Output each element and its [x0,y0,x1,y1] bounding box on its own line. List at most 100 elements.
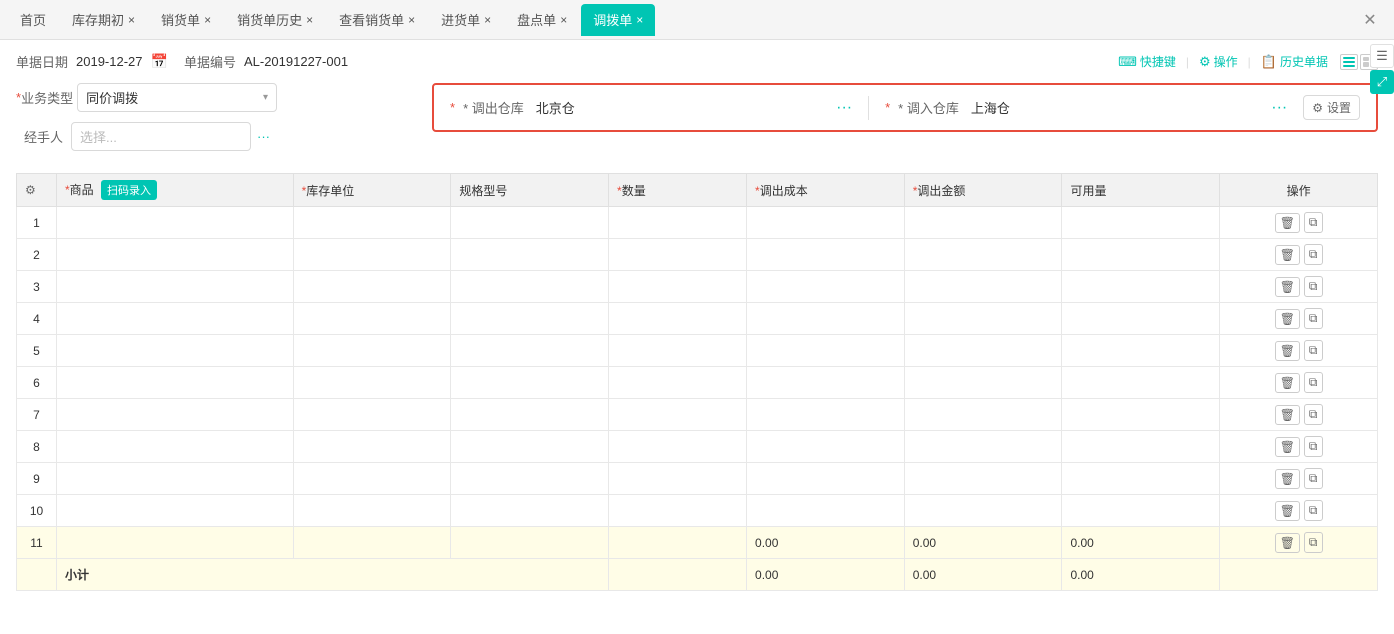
shortcut-action[interactable]: ⌨ 快捷键 [1118,53,1176,70]
delete-row-button[interactable]: 🗑 [1275,245,1300,265]
copy-row-button[interactable]: ⧉ [1304,500,1323,521]
th-action: 操作 [1220,174,1378,207]
tab-inventory-init[interactable]: 库存期初 × [60,4,147,36]
cell-product[interactable] [57,303,294,335]
table-row: 2🗑⧉ [17,239,1378,271]
settings-button[interactable]: ⚙ 设置 [1303,95,1360,120]
shortcut-label: 快捷键 [1140,53,1176,70]
tab-sales-history[interactable]: 销货单历史 × [225,4,325,36]
cell-avail [1062,431,1220,463]
person-select[interactable]: 选择... [71,122,251,151]
row-11-num: 11 [17,527,57,559]
business-type-value: 同价调拨 [86,88,138,107]
cell-spec [451,271,609,303]
layout-list-btn[interactable] [1340,54,1358,70]
cell-spec [451,335,609,367]
calendar-icon[interactable]: 📅 [151,53,168,70]
cell-avail [1062,399,1220,431]
cell-action: 🗑⧉ [1220,495,1378,527]
row-num: 9 [17,463,57,495]
cell-amount [904,303,1062,335]
delete-row-button[interactable]: 🗑 [1275,533,1300,553]
warehouse-divider [868,96,869,120]
sidebar-list-icon[interactable]: ☰ [1370,44,1394,68]
transfer-out-more-icon[interactable]: ··· [836,99,852,117]
cell-cost [747,335,905,367]
tab-close-sales-history[interactable]: × [306,13,313,27]
tab-transfer-order[interactable]: 调拨单 × [581,4,655,36]
copy-row-button[interactable]: ⧉ [1304,404,1323,425]
tab-home[interactable]: 首页 [8,4,58,36]
delete-row-button[interactable]: 🗑 [1275,213,1300,233]
transfer-in-more-icon[interactable]: ··· [1271,99,1287,117]
copy-row-button[interactable]: ⧉ [1304,212,1323,233]
business-type-select[interactable]: 同价调拨 ▾ [77,83,277,112]
cell-product[interactable] [57,495,294,527]
cell-spec [451,399,609,431]
tab-close-inventory-init[interactable]: × [128,13,135,27]
copy-row-button[interactable]: ⧉ [1304,308,1323,329]
person-more-icon[interactable]: ··· [257,129,270,144]
cell-unit [293,335,451,367]
cell-spec [451,431,609,463]
delete-row-button[interactable]: 🗑 [1275,309,1300,329]
cell-product[interactable] [57,239,294,271]
cell-product[interactable] [57,271,294,303]
table-settings-icon[interactable]: ⚙ [25,183,36,197]
cell-product[interactable] [57,367,294,399]
sidebar-expand-icon[interactable]: ⤢ [1370,70,1394,94]
cell-amount [904,271,1062,303]
tab-close-sales-order[interactable]: × [204,13,211,27]
cell-product[interactable] [57,463,294,495]
cell-product[interactable] [57,431,294,463]
th-spec: 规格型号 [451,174,609,207]
delete-row-button[interactable]: 🗑 [1275,405,1300,425]
tab-close-transfer-order[interactable]: × [636,13,643,27]
subtotal-unit-cell [293,527,451,559]
copy-row-button[interactable]: ⧉ [1304,372,1323,393]
cell-cost [747,431,905,463]
subtotal-total-row: 小计 0.00 0.00 0.00 [17,559,1378,591]
delete-row-button[interactable]: 🗑 [1275,469,1300,489]
delete-row-button[interactable]: 🗑 [1275,373,1300,393]
cell-avail [1062,335,1220,367]
tab-sales-order[interactable]: 销货单 × [149,4,223,36]
copy-row-button[interactable]: ⧉ [1304,532,1323,553]
tab-view-sales[interactable]: 查看销货单 × [327,4,427,36]
delete-row-button[interactable]: 🗑 [1275,501,1300,521]
cell-qty [609,367,747,399]
delete-row-button[interactable]: 🗑 [1275,341,1300,361]
total-avail: 0.00 [1062,559,1220,591]
subtotal-product-cell [57,527,294,559]
copy-row-button[interactable]: ⧉ [1304,468,1323,489]
cell-qty [609,207,747,239]
copy-row-button[interactable]: ⧉ [1304,436,1323,457]
cell-cost [747,239,905,271]
cell-product[interactable] [57,335,294,367]
copy-row-button[interactable]: ⧉ [1304,244,1323,265]
tab-close-purchase-order[interactable]: × [484,13,491,27]
tab-inventory-check[interactable]: 盘点单 × [505,4,579,36]
window-close-button[interactable]: ✕ [1354,4,1386,36]
tab-close-view-sales[interactable]: × [408,13,415,27]
copy-row-button[interactable]: ⧉ [1304,276,1323,297]
delete-row-button[interactable]: 🗑 [1275,437,1300,457]
tab-close-inventory-check[interactable]: × [560,13,567,27]
cell-avail [1062,303,1220,335]
delete-row-button[interactable]: 🗑 [1275,277,1300,297]
operation-icon: ⚙ [1199,54,1211,70]
cell-unit [293,495,451,527]
operation-action[interactable]: ⚙ 操作 [1199,53,1238,70]
scan-input-button[interactable]: 扫码录入 [101,180,157,200]
data-table: ⚙ *商品 扫码录入 *库存单位 规格型号 *数量 *调出成本 *调出金额 可用… [16,173,1378,591]
cell-spec [451,239,609,271]
tab-purchase-order[interactable]: 进货单 × [429,4,503,36]
cell-product[interactable] [57,399,294,431]
transfer-in-value: 上海仓 [971,98,1255,117]
table-row: 10🗑⧉ [17,495,1378,527]
cell-amount [904,463,1062,495]
table-row: 7🗑⧉ [17,399,1378,431]
history-action[interactable]: 📋 历史单据 [1261,53,1328,70]
cell-product[interactable] [57,207,294,239]
copy-row-button[interactable]: ⧉ [1304,340,1323,361]
